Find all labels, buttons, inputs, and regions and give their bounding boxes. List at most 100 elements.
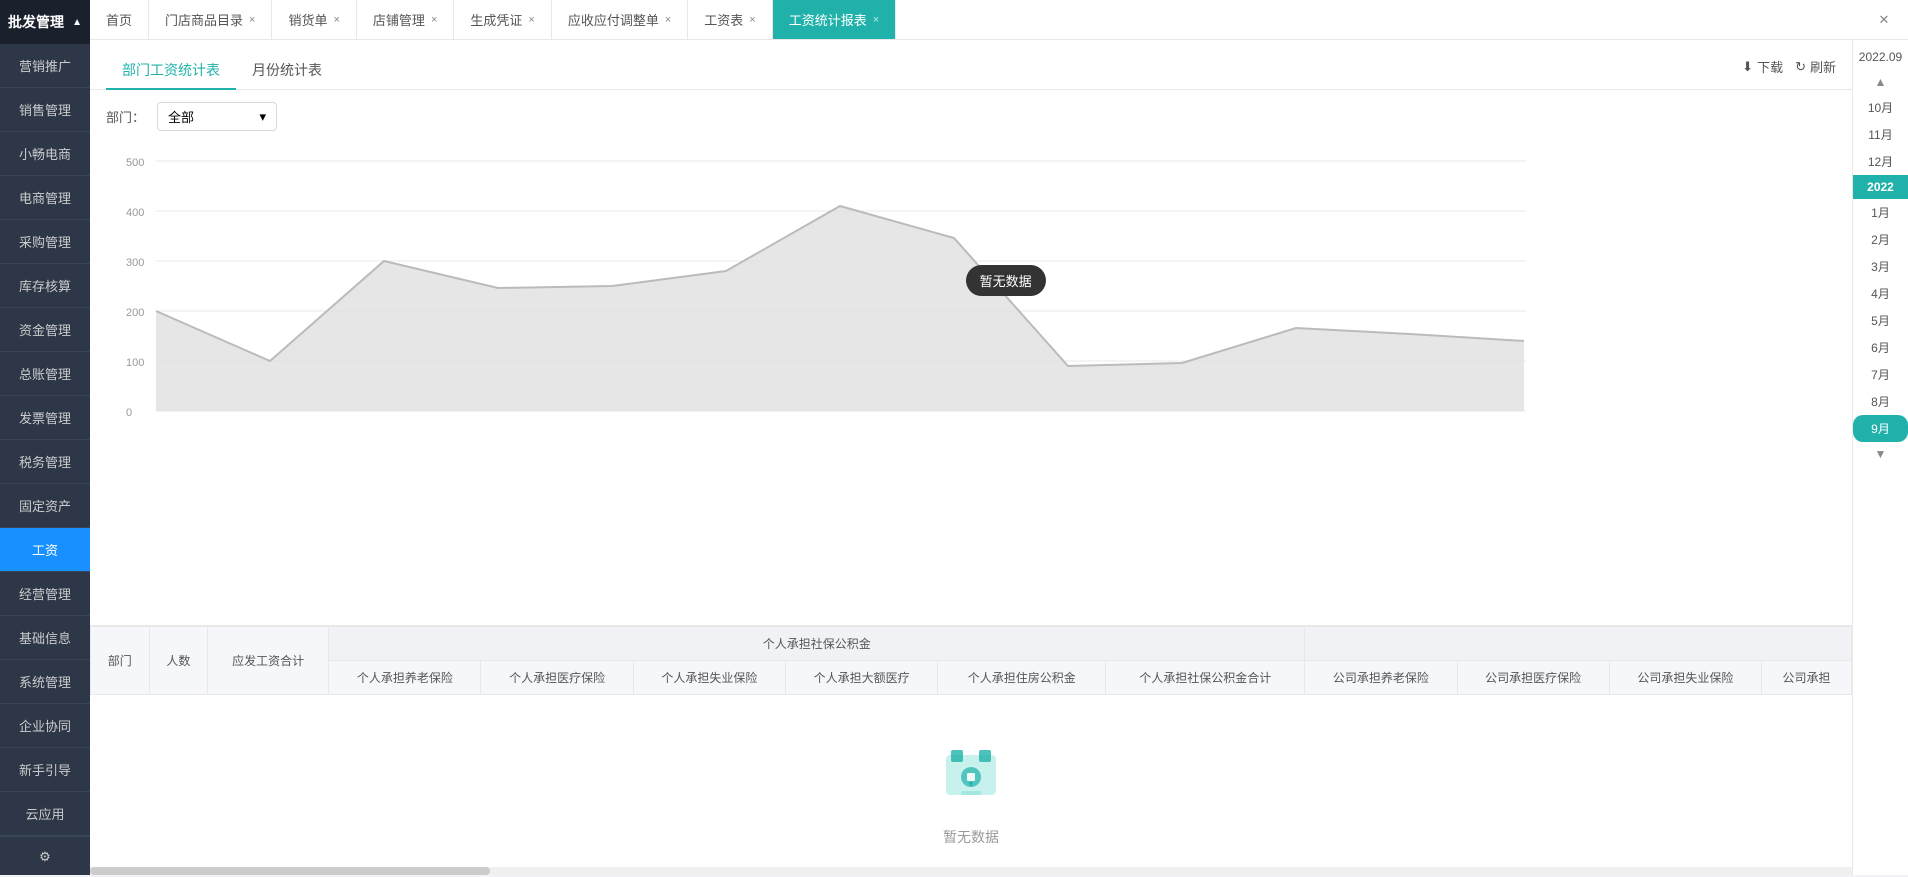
tab-close-sales-order[interactable]: ×	[333, 14, 339, 26]
date-months: 10月11月12月20221月2月3月4月5月6月7月8月9月	[1853, 94, 1908, 442]
sidebar-item-purchase[interactable]: 采购管理	[0, 220, 90, 264]
tab-receivable[interactable]: 应收应付调整单×	[552, 0, 688, 39]
sidebar-item-marketing[interactable]: 营销推广	[0, 44, 90, 88]
sidebar-item-system[interactable]: 系统管理	[0, 660, 90, 704]
th-count: 人数	[149, 627, 208, 695]
th-personal-unemployment: 个人承担失业保险	[633, 661, 785, 695]
download-button[interactable]: ⬇ 下载	[1742, 57, 1783, 76]
chevron-down-icon: ▾	[259, 109, 266, 125]
chart-svg-wrap: 500 400 300 200 100 0	[106, 151, 1836, 451]
th-dept: 部门	[91, 627, 150, 695]
date-month-10月[interactable]: 10月	[1853, 94, 1908, 121]
date-month-9月[interactable]: 9月	[1853, 415, 1908, 442]
tab-close-cert[interactable]: ×	[528, 14, 534, 26]
tab-product-catalog[interactable]: 门店商品目录×	[149, 0, 272, 39]
tab-close-payroll-report[interactable]: ×	[873, 14, 879, 26]
date-month-2月[interactable]: 2月	[1853, 226, 1908, 253]
settings-button[interactable]: ⚙	[0, 836, 90, 877]
tab-close-product-catalog[interactable]: ×	[249, 14, 255, 26]
tab-bar: 首页门店商品目录×销货单×店铺管理×生成凭证×应收应付调整单×工资表×工资统计报…	[90, 0, 1908, 40]
svg-text:500: 500	[126, 157, 144, 169]
th-company-medical: 公司承担医疗保险	[1457, 661, 1609, 695]
sub-tab-dept-stats[interactable]: 部门工资统计表	[106, 52, 236, 90]
sidebar-item-cloud[interactable]: 云应用	[0, 792, 90, 836]
settings-icon: ⚙	[39, 849, 51, 864]
date-month-5月[interactable]: 5月	[1853, 307, 1908, 334]
sidebar-item-ecommerce[interactable]: 电商管理	[0, 176, 90, 220]
sidebar-item-fixed-assets[interactable]: 固定资产	[0, 484, 90, 528]
dept-select[interactable]: 全部 ▾	[157, 102, 277, 131]
sidebar-item-sales[interactable]: 销售管理	[0, 88, 90, 132]
refresh-button[interactable]: ↻ 刷新	[1795, 57, 1836, 76]
th-personal-housing: 个人承担住房公积金	[938, 661, 1106, 695]
date-month-3月[interactable]: 3月	[1853, 253, 1908, 280]
sidebar-item-ops[interactable]: 经营管理	[0, 572, 90, 616]
filter-label: 部门：	[106, 107, 145, 126]
tab-home[interactable]: 首页	[90, 0, 149, 39]
date-month-6月[interactable]: 6月	[1853, 334, 1908, 361]
stats-table: 部门 人数 应发工资合计 个人承担社保公积金 个人承担养老保险 个人承担医疗保险…	[90, 626, 1852, 695]
chart-area-fill	[156, 206, 1524, 411]
tab-payroll-table[interactable]: 工资表×	[688, 0, 772, 39]
sidebar-title[interactable]: 批发管理 ▲	[0, 0, 90, 44]
svg-text:0: 0	[126, 407, 132, 419]
tab-payroll-report[interactable]: 工资统计报表×	[773, 0, 896, 39]
sidebar-item-tax[interactable]: 税务管理	[0, 440, 90, 484]
date-month-1月[interactable]: 1月	[1853, 199, 1908, 226]
th-company-other: 公司承担	[1762, 661, 1852, 695]
empty-text: 暂无数据	[943, 827, 999, 847]
sub-tab-actions: ⬇ 下载 ↻ 刷新	[1742, 57, 1836, 84]
sidebar-item-ledger[interactable]: 总账管理	[0, 352, 90, 396]
sidebar-item-newbie[interactable]: 新手引导	[0, 748, 90, 792]
sidebar-collapse-icon[interactable]: ▲	[72, 17, 82, 28]
sub-tabs: 部门工资统计表月份统计表	[106, 52, 338, 89]
table-wrap[interactable]: 部门 人数 应发工资合计 个人承担社保公积金 个人承担养老保险 个人承担医疗保险…	[90, 626, 1852, 867]
bottom-scrollbar[interactable]	[90, 867, 1852, 875]
sidebar-item-finance[interactable]: 资金管理	[0, 308, 90, 352]
th-personal-major-medical: 个人承担大额医疗	[785, 661, 937, 695]
svg-text:400: 400	[126, 207, 144, 219]
tab-close-store-mgmt[interactable]: ×	[431, 14, 437, 26]
content-area: 部门工资统计表月份统计表 ⬇ 下载 ↻ 刷新 部门： 全部 ▾	[90, 40, 1908, 875]
sidebar-items: 营销推广销售管理小畅电商电商管理采购管理库存核算资金管理总账管理发票管理税务管理…	[0, 44, 90, 836]
date-month-12月[interactable]: 12月	[1853, 148, 1908, 175]
refresh-label: 刷新	[1810, 57, 1836, 76]
date-panel-header: 2022.09	[1853, 44, 1908, 70]
tab-close-receivable[interactable]: ×	[665, 14, 671, 26]
empty-state: 暂无数据	[90, 695, 1852, 867]
th-personal-medical: 个人承担医疗保险	[481, 661, 633, 695]
date-month-7月[interactable]: 7月	[1853, 361, 1908, 388]
date-panel-down-button[interactable]: ▼	[1869, 442, 1893, 466]
date-panel-up-button[interactable]: ▲	[1869, 70, 1893, 94]
tab-bar-end: ✕	[1868, 4, 1908, 36]
sub-tab-monthly-stats[interactable]: 月份统计表	[236, 52, 338, 90]
sub-tab-bar: 部门工资统计表月份统计表 ⬇ 下载 ↻ 刷新	[90, 40, 1852, 90]
date-year-label[interactable]: 2022	[1853, 175, 1908, 199]
sidebar-item-basic[interactable]: 基础信息	[0, 616, 90, 660]
sidebar-item-invoice[interactable]: 发票管理	[0, 396, 90, 440]
svg-text:300: 300	[126, 257, 144, 269]
date-month-11月[interactable]: 11月	[1853, 121, 1908, 148]
tab-cert[interactable]: 生成凭证×	[454, 0, 551, 39]
chart-no-data-tooltip: 暂无数据	[966, 265, 1046, 296]
date-month-4月[interactable]: 4月	[1853, 280, 1908, 307]
tab-close-payroll-table[interactable]: ×	[749, 14, 755, 26]
th-personal-pension: 个人承担养老保险	[329, 661, 481, 695]
date-panel: 2022.09 ▲ 10月11月12月20221月2月3月4月5月6月7月8月9…	[1852, 40, 1908, 875]
dept-select-value: 全部	[168, 107, 194, 126]
tab-bar-close-button[interactable]: ✕	[1868, 4, 1900, 36]
scrollbar-thumb[interactable]	[90, 867, 490, 875]
sidebar-item-payroll[interactable]: 工资	[0, 528, 90, 572]
sidebar-item-ecommerce-small[interactable]: 小畅电商	[0, 132, 90, 176]
sidebar-item-enterprise[interactable]: 企业协同	[0, 704, 90, 748]
tab-sales-order[interactable]: 销货单×	[272, 0, 356, 39]
date-month-8月[interactable]: 8月	[1853, 388, 1908, 415]
th-group-company	[1305, 627, 1852, 661]
tab-store-mgmt[interactable]: 店铺管理×	[357, 0, 454, 39]
table-section: 部门 人数 应发工资合计 个人承担社保公积金 个人承担养老保险 个人承担医疗保险…	[90, 625, 1852, 875]
chart-svg: 500 400 300 200 100 0	[106, 151, 1836, 451]
empty-icon	[931, 735, 1011, 815]
tab-items: 首页门店商品目录×销货单×店铺管理×生成凭证×应收应付调整单×工资表×工资统计报…	[90, 0, 896, 39]
sidebar-item-inventory[interactable]: 库存核算	[0, 264, 90, 308]
filter-bar: 部门： 全部 ▾	[90, 90, 1852, 143]
